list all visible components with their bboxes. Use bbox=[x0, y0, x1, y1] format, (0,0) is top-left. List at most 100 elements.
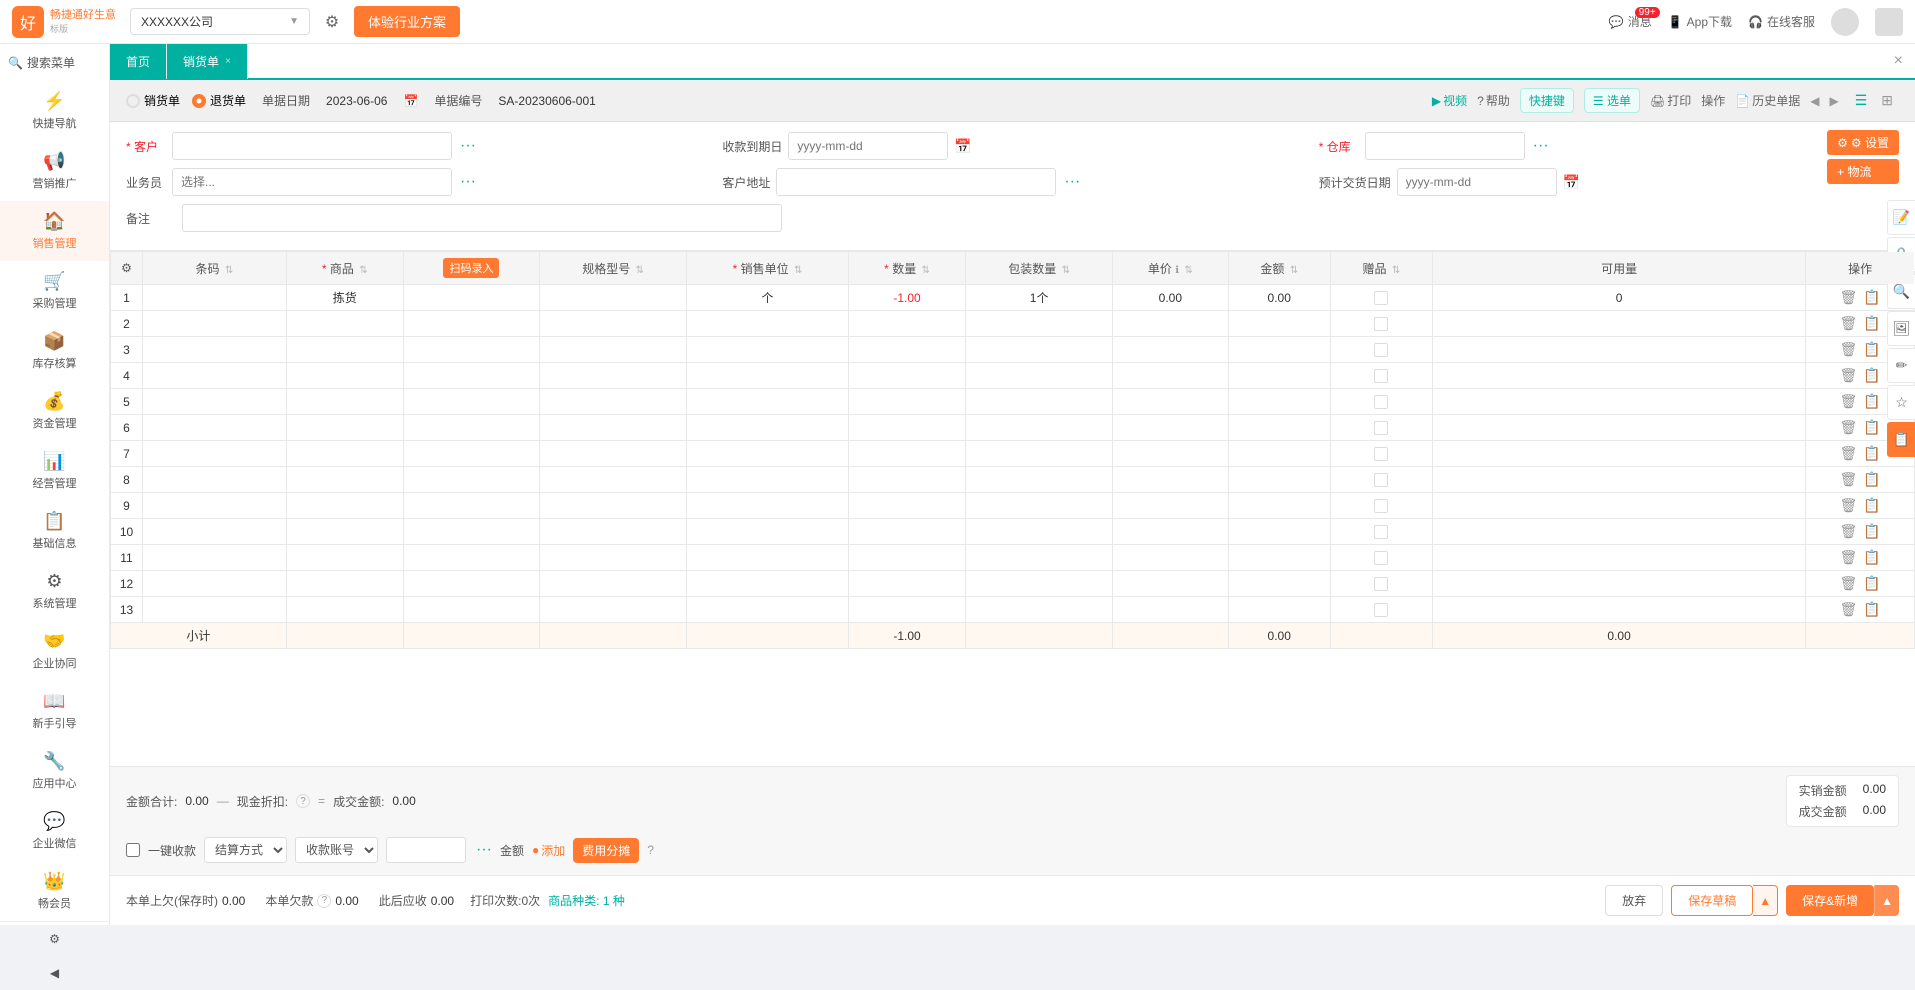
row-gift[interactable] bbox=[1330, 519, 1432, 545]
row-product[interactable] bbox=[286, 571, 403, 597]
company-selector[interactable]: XXXXXX公司 ▼ bbox=[130, 8, 310, 35]
row-price[interactable]: 0.00 bbox=[1113, 285, 1229, 311]
copy-icon[interactable]: 📋 bbox=[1863, 419, 1880, 436]
gift-checkbox[interactable] bbox=[1374, 369, 1388, 383]
row-amount[interactable] bbox=[1228, 493, 1330, 519]
close-all-tabs-button[interactable]: × bbox=[1882, 52, 1915, 70]
sidebar-item-sales[interactable]: 🏠 销售管理 bbox=[0, 201, 109, 261]
copy-icon[interactable]: 📋 bbox=[1863, 341, 1880, 358]
save-new-button[interactable]: 保存&新增 bbox=[1786, 885, 1874, 916]
row-spec[interactable] bbox=[540, 285, 687, 311]
row-barcode[interactable] bbox=[143, 389, 287, 415]
copy-icon[interactable]: 📋 bbox=[1863, 367, 1880, 384]
row-spec[interactable] bbox=[540, 597, 687, 623]
addr-more-icon[interactable]: ··· bbox=[1064, 173, 1080, 191]
fee-help-icon[interactable]: ? bbox=[647, 843, 654, 857]
note-input[interactable] bbox=[182, 204, 782, 232]
copy-icon[interactable]: 📋 bbox=[1863, 471, 1880, 488]
row-price[interactable] bbox=[1113, 545, 1229, 571]
gift-checkbox[interactable] bbox=[1374, 525, 1388, 539]
row-qty[interactable] bbox=[848, 571, 965, 597]
row-spec[interactable] bbox=[540, 389, 687, 415]
row-gift[interactable] bbox=[1330, 389, 1432, 415]
sidebar-search[interactable]: 🔍 搜索菜单 bbox=[0, 44, 109, 81]
delivery-date-input[interactable] bbox=[1397, 168, 1557, 196]
calc-method-select[interactable]: 结算方式 bbox=[204, 837, 287, 863]
history-button[interactable]: 📄 历史单据 bbox=[1735, 92, 1800, 109]
copy-icon[interactable]: 📋 bbox=[1863, 393, 1880, 410]
receipt-date-input[interactable] bbox=[788, 132, 948, 160]
copy-icon[interactable]: 📋 bbox=[1863, 315, 1880, 332]
discount-help-icon[interactable]: ? bbox=[296, 794, 310, 808]
online-service-button[interactable]: 🎧 在线客服 bbox=[1748, 13, 1815, 30]
row-gift[interactable] bbox=[1330, 363, 1432, 389]
warehouse-more-icon[interactable]: ··· bbox=[1533, 137, 1549, 155]
row-spec[interactable] bbox=[540, 363, 687, 389]
copy-icon[interactable]: 📋 bbox=[1863, 601, 1880, 618]
barcode-input[interactable] bbox=[184, 343, 244, 357]
col-settings[interactable]: ⚙ bbox=[111, 252, 143, 285]
payment-checkbox[interactable] bbox=[126, 843, 140, 857]
gift-checkbox[interactable] bbox=[1374, 421, 1388, 435]
row-qty[interactable] bbox=[848, 493, 965, 519]
sidebar-item-operations[interactable]: 📊 经营管理 bbox=[0, 441, 109, 501]
gift-sort[interactable]: ⇅ bbox=[1392, 265, 1400, 276]
radio-return[interactable]: 退货单 bbox=[192, 92, 246, 109]
barcode-input[interactable] bbox=[184, 421, 244, 435]
shortcut-button[interactable]: 快捷键 bbox=[1520, 88, 1574, 113]
row-qty[interactable] bbox=[848, 519, 965, 545]
row-pkg-qty[interactable] bbox=[966, 441, 1113, 467]
product-sort[interactable]: ⇅ bbox=[359, 265, 367, 276]
row-price[interactable] bbox=[1113, 571, 1229, 597]
row-amount[interactable] bbox=[1228, 597, 1330, 623]
delete-icon[interactable]: 🗑 bbox=[1840, 289, 1858, 306]
float-edit-btn[interactable]: ✏ bbox=[1887, 348, 1915, 383]
row-spec[interactable] bbox=[540, 467, 687, 493]
account-select[interactable]: 收款账号 bbox=[295, 837, 378, 863]
row-amount[interactable] bbox=[1228, 311, 1330, 337]
barcode-sort[interactable]: ⇅ bbox=[225, 265, 233, 276]
row-gift[interactable] bbox=[1330, 493, 1432, 519]
row-qty[interactable] bbox=[848, 415, 965, 441]
salesperson-more-icon[interactable]: ··· bbox=[460, 173, 476, 191]
gift-checkbox[interactable] bbox=[1374, 473, 1388, 487]
row-unit[interactable] bbox=[687, 389, 849, 415]
row-gift[interactable] bbox=[1330, 311, 1432, 337]
sidebar-item-vip[interactable]: 👑 畅会员 bbox=[0, 861, 109, 921]
row-unit[interactable] bbox=[687, 415, 849, 441]
row-product[interactable] bbox=[286, 311, 403, 337]
row-gift[interactable] bbox=[1330, 285, 1432, 311]
float-image-btn[interactable]: 🖼 bbox=[1887, 311, 1915, 346]
row-unit[interactable] bbox=[687, 597, 849, 623]
row-qty[interactable] bbox=[848, 545, 965, 571]
row-amount[interactable] bbox=[1228, 415, 1330, 441]
row-amount[interactable] bbox=[1228, 545, 1330, 571]
row-barcode[interactable] bbox=[143, 467, 287, 493]
row-spec[interactable] bbox=[540, 519, 687, 545]
row-barcode[interactable] bbox=[143, 545, 287, 571]
sidebar-item-basics[interactable]: 📋 基础信息 bbox=[0, 501, 109, 561]
copy-icon[interactable]: 📋 bbox=[1863, 575, 1880, 592]
amount-sort[interactable]: ⇅ bbox=[1290, 265, 1298, 276]
grid-view-btn[interactable]: ⊞ bbox=[1875, 90, 1899, 111]
float-action-btn[interactable]: 📋 bbox=[1887, 422, 1915, 457]
row-qty[interactable] bbox=[848, 389, 965, 415]
gift-checkbox[interactable] bbox=[1374, 395, 1388, 409]
barcode-input[interactable] bbox=[184, 447, 244, 461]
row-qty[interactable] bbox=[848, 311, 965, 337]
gift-checkbox[interactable] bbox=[1374, 343, 1388, 357]
row-qty[interactable] bbox=[848, 597, 965, 623]
radio-sale[interactable]: 销货单 bbox=[126, 92, 180, 109]
row-gift[interactable] bbox=[1330, 597, 1432, 623]
row-spec[interactable] bbox=[540, 441, 687, 467]
save-draft-button[interactable]: 保存草稿 bbox=[1671, 885, 1753, 916]
gift-checkbox[interactable] bbox=[1374, 603, 1388, 617]
row-amount[interactable] bbox=[1228, 337, 1330, 363]
row-spec[interactable] bbox=[540, 545, 687, 571]
row-product[interactable]: 拣货 bbox=[286, 285, 403, 311]
row-unit[interactable] bbox=[687, 467, 849, 493]
sidebar-item-marketing[interactable]: 📢 营销推广 bbox=[0, 141, 109, 201]
row-spec[interactable] bbox=[540, 337, 687, 363]
warehouse-input[interactable]: 建材仓 bbox=[1365, 132, 1525, 160]
barcode-input[interactable] bbox=[184, 395, 244, 409]
